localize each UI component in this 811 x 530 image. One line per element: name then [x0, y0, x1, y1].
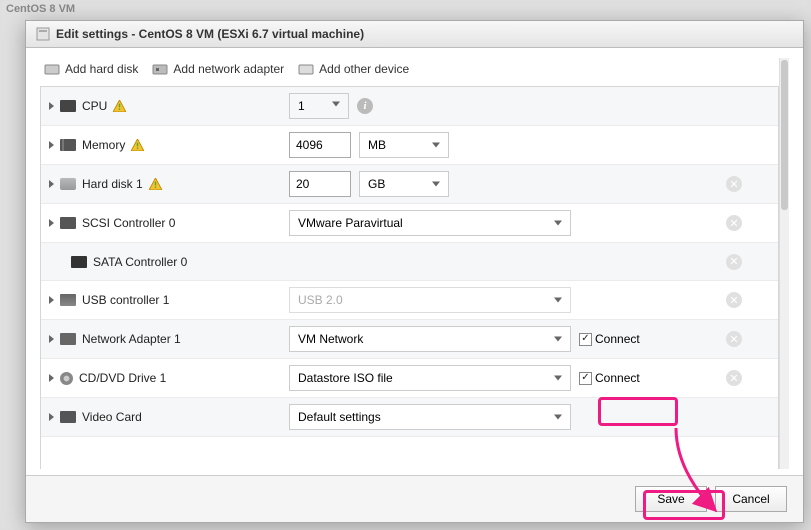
cpu-icon — [60, 100, 76, 112]
hardware-settings-list: CPU 1 i Memory — [40, 86, 779, 469]
network-select[interactable]: VM Network — [289, 326, 571, 352]
usb-type-value: USB 2.0 — [298, 293, 343, 307]
dialog-footer: Save Cancel — [26, 475, 803, 522]
video-card-icon — [60, 411, 76, 423]
remove-device-button[interactable]: ✕ — [726, 292, 742, 308]
scsi-controller-row: SCSI Controller 0 VMware Paravirtual ✕ — [41, 204, 778, 243]
memory-size-input[interactable] — [289, 132, 351, 158]
scsi-type-value: VMware Paravirtual — [298, 216, 403, 230]
expand-toggle[interactable] — [49, 102, 54, 110]
add-network-adapter-label: Add network adapter — [173, 62, 284, 76]
expand-toggle[interactable] — [49, 335, 54, 343]
expand-toggle[interactable] — [49, 374, 54, 382]
hard-disk-icon — [60, 178, 76, 190]
network-connect-checkbox[interactable] — [579, 333, 592, 346]
scsi-type-select[interactable]: VMware Paravirtual — [289, 210, 571, 236]
memory-row: Memory MB — [41, 126, 778, 165]
memory-unit-value: MB — [368, 138, 386, 152]
cpu-count-select[interactable]: 1 — [289, 93, 349, 119]
dialog-titlebar: Edit settings - CentOS 8 VM (ESXi 6.7 vi… — [26, 21, 803, 48]
cd-dvd-label: CD/DVD Drive 1 — [79, 371, 166, 385]
warning-icon — [113, 100, 126, 112]
hard-disk-row: Hard disk 1 GB ✕ — [41, 165, 778, 204]
settings-icon — [36, 27, 50, 41]
warning-icon — [149, 178, 162, 190]
network-adapter-icon — [152, 63, 168, 76]
warning-icon — [131, 139, 144, 151]
remove-device-button[interactable]: ✕ — [726, 370, 742, 386]
expand-toggle[interactable] — [49, 141, 54, 149]
cd-dvd-row: CD/DVD Drive 1 Datastore ISO file Connec… — [41, 359, 778, 398]
hard-disk-unit-value: GB — [368, 177, 385, 191]
sata-controller-label: SATA Controller 0 — [93, 255, 187, 269]
video-card-select[interactable]: Default settings — [289, 404, 571, 430]
video-card-label: Video Card — [82, 410, 142, 424]
vertical-scrollbar[interactable] — [779, 58, 789, 469]
scsi-controller-icon — [60, 217, 76, 229]
hard-disk-label: Hard disk 1 — [82, 177, 143, 191]
sata-controller-icon — [71, 256, 87, 268]
video-card-row: Video Card Default settings — [41, 398, 778, 437]
expand-toggle[interactable] — [49, 413, 54, 421]
network-adapter-icon — [60, 333, 76, 345]
cd-dvd-source-select[interactable]: Datastore ISO file — [289, 365, 571, 391]
hard-disk-size-input[interactable] — [289, 171, 351, 197]
usb-controller-icon — [60, 294, 76, 306]
cd-dvd-connect-checkbox[interactable] — [579, 372, 592, 385]
add-hard-disk-label: Add hard disk — [65, 62, 138, 76]
hard-disk-unit-select[interactable]: GB — [359, 171, 449, 197]
expand-toggle[interactable] — [49, 296, 54, 304]
cancel-button[interactable]: Cancel — [715, 486, 787, 512]
cpu-row: CPU 1 i — [41, 87, 778, 126]
add-other-device-label: Add other device — [319, 62, 409, 76]
cpu-label: CPU — [82, 99, 107, 113]
cd-dvd-source-value: Datastore ISO file — [298, 371, 393, 385]
usb-type-select[interactable]: USB 2.0 — [289, 287, 571, 313]
network-adapter-row: Network Adapter 1 VM Network Connect ✕ — [41, 320, 778, 359]
background-window-title: CentOS 8 VM — [6, 3, 75, 15]
memory-label: Memory — [82, 138, 125, 152]
save-button[interactable]: Save — [635, 486, 707, 512]
add-other-device-button[interactable]: Add other device — [298, 62, 409, 76]
cpu-count-value: 1 — [298, 99, 305, 113]
edit-settings-dialog: Edit settings - CentOS 8 VM (ESXi 6.7 vi… — [25, 20, 804, 523]
hard-disk-icon — [44, 63, 60, 76]
memory-unit-select[interactable]: MB — [359, 132, 449, 158]
toolbar: Add hard disk Add network adapter Add ot… — [40, 58, 779, 86]
expand-toggle[interactable] — [49, 180, 54, 188]
remove-device-button[interactable]: ✕ — [726, 254, 742, 270]
usb-controller-row: USB controller 1 USB 2.0 ✕ — [41, 281, 778, 320]
remove-device-button[interactable]: ✕ — [726, 176, 742, 192]
network-connect-box: Connect — [579, 332, 640, 346]
add-network-adapter-button[interactable]: Add network adapter — [152, 62, 284, 76]
add-hard-disk-button[interactable]: Add hard disk — [44, 62, 138, 76]
remove-device-button[interactable]: ✕ — [726, 215, 742, 231]
other-device-icon — [298, 63, 314, 76]
usb-controller-label: USB controller 1 — [82, 293, 169, 307]
cd-dvd-connect-box: Connect — [579, 371, 640, 385]
remove-device-button[interactable]: ✕ — [726, 331, 742, 347]
info-icon[interactable]: i — [357, 98, 373, 114]
network-value: VM Network — [298, 332, 363, 346]
network-adapter-label: Network Adapter 1 — [82, 332, 181, 346]
scrollbar-thumb[interactable] — [781, 60, 788, 210]
expand-toggle[interactable] — [49, 219, 54, 227]
memory-icon — [60, 139, 76, 151]
network-connect-label: Connect — [595, 332, 640, 346]
cd-dvd-icon — [60, 372, 73, 385]
sata-controller-row: SATA Controller 0 ✕ — [41, 243, 778, 281]
dialog-title: Edit settings - CentOS 8 VM (ESXi 6.7 vi… — [56, 27, 364, 41]
video-card-value: Default settings — [298, 410, 381, 424]
scsi-controller-label: SCSI Controller 0 — [82, 216, 175, 230]
cd-dvd-connect-label: Connect — [595, 371, 640, 385]
